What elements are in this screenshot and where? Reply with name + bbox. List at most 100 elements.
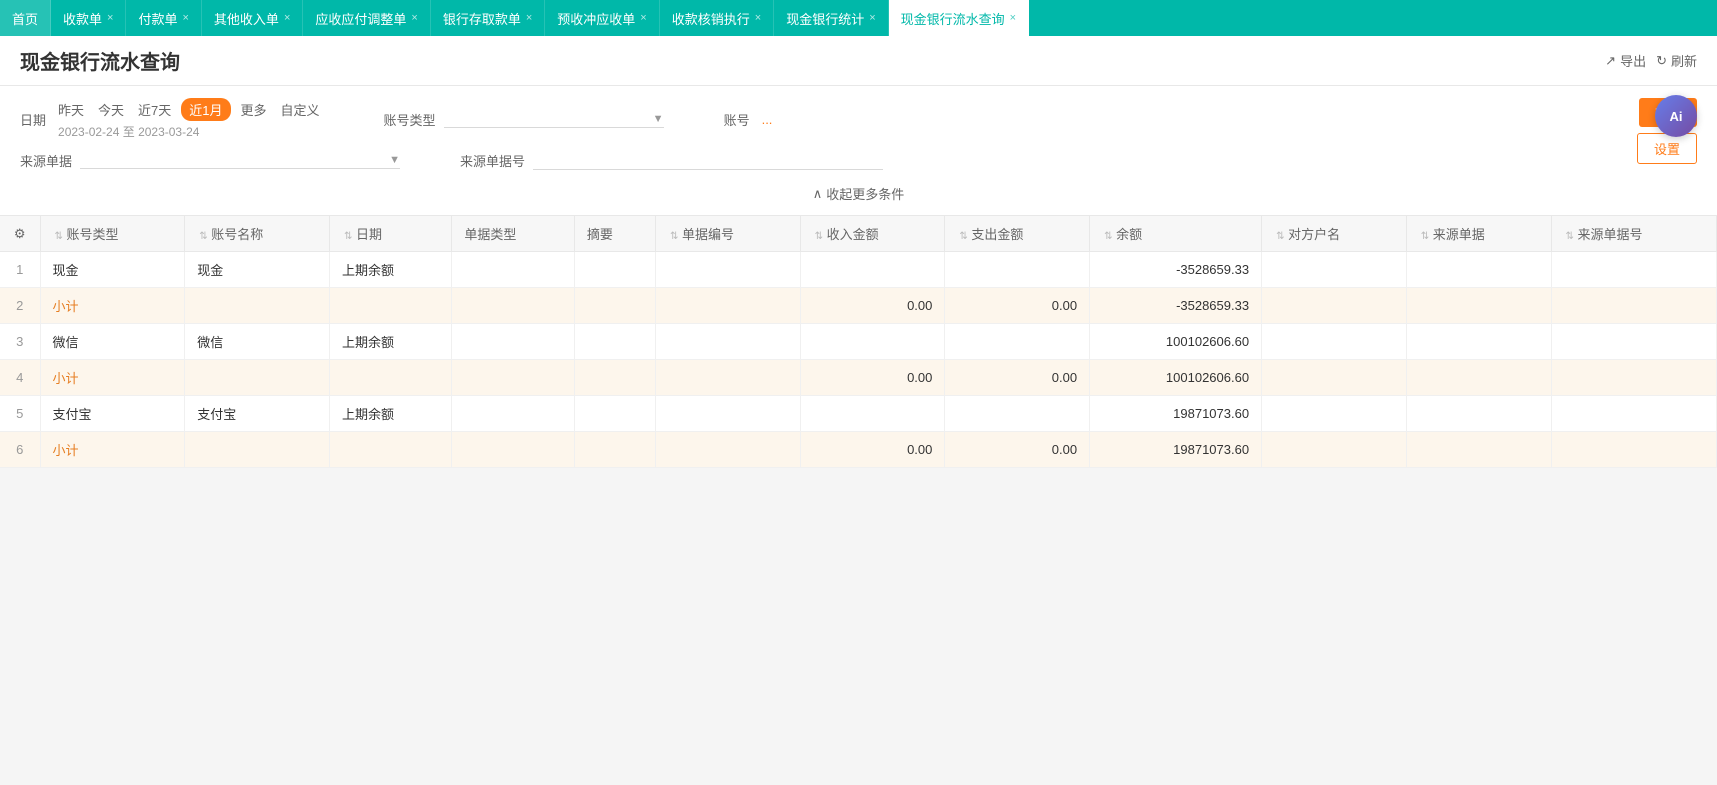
source-doc-no-input[interactable] — [533, 150, 883, 170]
col-balance[interactable]: ⇅ 余额 — [1090, 216, 1262, 252]
sort-icon: ⇅ — [55, 231, 63, 242]
date-range: 2023-02-24 至 2023-03-24 — [58, 123, 324, 140]
table-cell — [452, 252, 574, 288]
shortcut-recent7[interactable]: 近7天 — [134, 98, 175, 121]
export-icon: ↗ — [1605, 53, 1616, 69]
sort-icon-9: ⇅ — [1421, 231, 1429, 242]
close-icon[interactable]: × — [182, 12, 188, 24]
table-cell: -3528659.33 — [1090, 252, 1262, 288]
table-row: 5支付宝支付宝上期余额19871073.60 — [0, 396, 1717, 432]
table-cell — [1262, 396, 1407, 432]
table-cell: 5 — [0, 396, 40, 432]
refresh-icon: ↻ — [1656, 53, 1667, 69]
page-title: 现金银行流水查询 — [20, 46, 180, 75]
ai-badge[interactable]: Ai — [1655, 95, 1697, 137]
sort-icon-7: ⇅ — [1104, 231, 1112, 242]
table-row: 3微信微信上期余额100102606.60 — [0, 324, 1717, 360]
col-account-name[interactable]: ⇅ 账号名称 — [185, 216, 330, 252]
close-icon[interactable]: × — [755, 12, 761, 24]
date-label: 日期 — [20, 110, 46, 129]
table-cell — [655, 396, 800, 432]
table-cell: 100102606.60 — [1090, 360, 1262, 396]
close-icon[interactable]: × — [869, 12, 875, 24]
col-source-doc[interactable]: ⇅ 来源单据 — [1406, 216, 1551, 252]
close-icon[interactable]: × — [411, 12, 417, 24]
nav-item-payment[interactable]: 付款单× — [126, 0, 201, 36]
source-doc-no-label: 来源单据号 — [460, 151, 525, 170]
nav-item-advance-offset[interactable]: 预收冲应收单× — [545, 0, 659, 36]
col-counterpart[interactable]: ⇅ 对方户名 — [1262, 216, 1407, 252]
source-doc-select[interactable]: ▼ — [80, 152, 400, 169]
col-expense[interactable]: ⇅ 支出金额 — [945, 216, 1090, 252]
table-cell — [1262, 360, 1407, 396]
table-cell — [1551, 252, 1716, 288]
table-cell — [185, 288, 330, 324]
filter-area: 日期 昨天 今天 近7天 近1月 更多 自定义 2023-02-24 至 202… — [0, 86, 1717, 216]
shortcut-yesterday[interactable]: 昨天 — [54, 98, 88, 121]
export-button[interactable]: ↗ 导出 — [1605, 51, 1646, 70]
col-account-type[interactable]: ⇅ 账号类型 — [40, 216, 185, 252]
table-cell: 2 — [0, 288, 40, 324]
table-cell — [800, 396, 945, 432]
account-type-select[interactable]: ▼ — [444, 111, 664, 128]
table-cell — [655, 252, 800, 288]
col-date[interactable]: ⇅ 日期 — [329, 216, 451, 252]
ai-label: Ai — [1670, 109, 1683, 124]
settings-button[interactable]: 设置 — [1637, 133, 1697, 164]
table-cell — [800, 252, 945, 288]
table-cell — [574, 396, 655, 432]
nav-item-receipt-verify[interactable]: 收款核销执行× — [660, 0, 774, 36]
sort-icon-4: ⇅ — [670, 231, 678, 242]
sort-icon-3: ⇅ — [344, 231, 352, 242]
nav-item-cash-bank-stats[interactable]: 现金银行统计× — [774, 0, 888, 36]
table-cell — [945, 396, 1090, 432]
account-more-icon[interactable]: ... — [762, 112, 773, 127]
nav-item-home[interactable]: 首页 — [0, 0, 51, 36]
collapse-bar[interactable]: ∧ 收起更多条件 — [20, 180, 1697, 203]
close-icon[interactable]: × — [526, 12, 532, 24]
sort-icon-8: ⇅ — [1276, 231, 1284, 242]
table-row: 1现金现金上期余额-3528659.33 — [0, 252, 1717, 288]
account-label: 账号 — [724, 110, 750, 129]
nav-item-ar-ap-adjust[interactable]: 应收应付调整单× — [303, 0, 430, 36]
table-cell: 0.00 — [800, 288, 945, 324]
col-doc-no[interactable]: ⇅ 单据编号 — [655, 216, 800, 252]
source-doc-label: 来源单据 — [20, 151, 72, 170]
shortcut-custom[interactable]: 自定义 — [277, 98, 324, 121]
close-icon[interactable]: × — [284, 12, 290, 24]
nav-item-cash-bank-flow[interactable]: 现金银行流水查询× — [889, 0, 1029, 36]
shortcut-today[interactable]: 今天 — [94, 98, 128, 121]
nav-item-other-income[interactable]: 其他收入单× — [202, 0, 303, 36]
close-icon[interactable]: × — [640, 12, 646, 24]
column-settings-icon[interactable]: ⚙ — [14, 226, 26, 241]
table-header-row: ⚙ ⇅ 账号类型 ⇅ 账号名称 ⇅ 日期 单据类型 摘要 ⇅ 单据编号 ⇅ 收入… — [0, 216, 1717, 252]
close-icon[interactable]: × — [1010, 12, 1016, 24]
nav-item-bank-deposit[interactable]: 银行存取款单× — [431, 0, 545, 36]
table-cell — [655, 288, 800, 324]
col-source-doc-no[interactable]: ⇅ 来源单据号 — [1551, 216, 1716, 252]
close-icon[interactable]: × — [107, 12, 113, 24]
table-cell — [655, 432, 800, 468]
table-cell: 100102606.60 — [1090, 324, 1262, 360]
table-cell: 6 — [0, 432, 40, 468]
table-cell — [185, 360, 330, 396]
table-cell — [574, 432, 655, 468]
top-nav: 首页收款单×付款单×其他收入单×应收应付调整单×银行存取款单×预收冲应收单×收款… — [0, 0, 1717, 36]
table-row: 6小计0.000.0019871073.60 — [0, 432, 1717, 468]
account-type-label: 账号类型 — [384, 110, 436, 129]
table-cell — [945, 324, 1090, 360]
shortcut-more[interactable]: 更多 — [237, 98, 271, 121]
table-cell — [1551, 288, 1716, 324]
table-cell — [329, 288, 451, 324]
col-income[interactable]: ⇅ 收入金额 — [800, 216, 945, 252]
table-cell: 小计 — [40, 432, 185, 468]
col-settings[interactable]: ⚙ — [0, 216, 40, 252]
col-doc-type: 单据类型 — [452, 216, 574, 252]
collapse-up-icon: ∧ — [813, 186, 823, 202]
refresh-button[interactable]: ↻ 刷新 — [1656, 51, 1697, 70]
nav-item-receipt[interactable]: 收款单× — [51, 0, 126, 36]
shortcut-recent1m[interactable]: 近1月 — [181, 98, 230, 121]
table-container: ⚙ ⇅ 账号类型 ⇅ 账号名称 ⇅ 日期 单据类型 摘要 ⇅ 单据编号 ⇅ 收入… — [0, 216, 1717, 468]
table-cell — [1406, 288, 1551, 324]
table-cell — [1551, 432, 1716, 468]
